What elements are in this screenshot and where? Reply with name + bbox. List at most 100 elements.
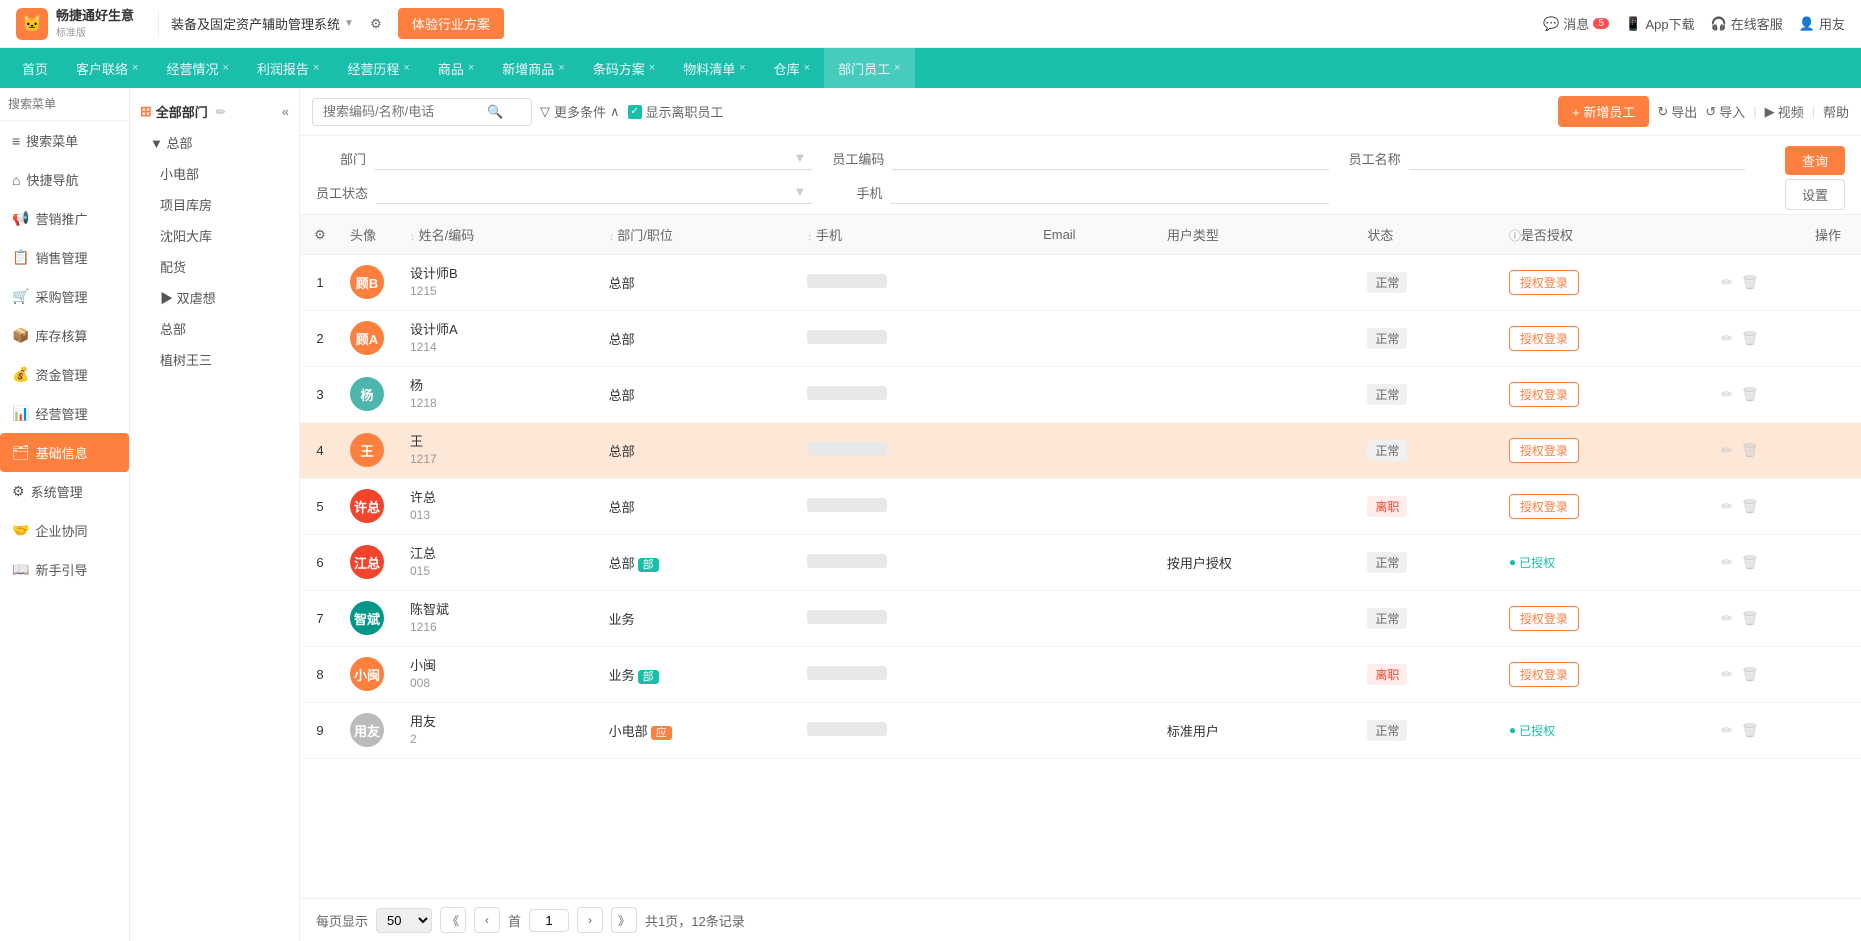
more-filter-btn[interactable]: ▽ 更多条件 ∧ <box>540 102 620 121</box>
close-tab-icon[interactable]: × <box>132 62 138 74</box>
sidebar-item-新手引导[interactable]: 📖新手引导 <box>0 550 129 589</box>
close-tab-icon[interactable]: × <box>313 62 319 74</box>
close-tab-icon[interactable]: × <box>403 62 409 74</box>
edit-icon[interactable]: ✏ <box>1721 722 1733 739</box>
nav-tab[interactable]: 仓库 × <box>760 48 824 88</box>
edit-icon[interactable]: ✏ <box>1721 442 1733 459</box>
system-dropdown-arrow[interactable]: ▼ <box>344 18 354 29</box>
delete-icon[interactable]: 🗑 <box>1741 554 1759 571</box>
auth-login-btn[interactable]: 授权登录 <box>1509 438 1579 463</box>
next-page-btn[interactable]: › <box>577 907 603 933</box>
query-button[interactable]: 查询 <box>1785 146 1845 175</box>
delete-icon[interactable]: 🗑 <box>1741 330 1759 347</box>
auth-login-btn[interactable]: 授权登录 <box>1509 270 1579 295</box>
avatar: 顾B <box>350 265 384 299</box>
dept-tree-item[interactable]: 沈阳大库 <box>130 220 299 251</box>
auth-login-btn[interactable]: 授权登录 <box>1509 606 1579 631</box>
dept-tree-item[interactable]: 配货 <box>130 251 299 282</box>
prev-page-btn[interactable]: ‹ <box>474 907 500 933</box>
dept-tree-item[interactable]: 项目库房 <box>130 189 299 220</box>
edit-icon[interactable]: ✏ <box>1721 554 1733 571</box>
edit-icon[interactable]: ✏ <box>1721 498 1733 515</box>
auth-login-btn[interactable]: 授权登录 <box>1509 494 1579 519</box>
nav-tab[interactable]: 商品 × <box>424 48 488 88</box>
page-size-select[interactable]: 50 100 200 <box>376 908 432 933</box>
emp-code-input[interactable] <box>892 146 1328 170</box>
sidebar-item-系统管理[interactable]: ⚙系统管理 <box>0 472 129 511</box>
nav-tab[interactable]: 经营历程 × <box>333 48 423 88</box>
trial-button[interactable]: 体验行业方案 <box>398 8 504 39</box>
nav-tab[interactable]: 利润报告 × <box>243 48 333 88</box>
edit-icon[interactable]: ✏ <box>1721 330 1733 347</box>
page-input[interactable] <box>529 909 569 932</box>
help-btn[interactable]: 帮助 <box>1823 102 1849 121</box>
emp-status-input[interactable]: ▼ <box>376 180 812 204</box>
message-btn[interactable]: 💬 消息 5 <box>1543 14 1609 33</box>
view-btn[interactable]: ▶ 视频 <box>1765 102 1804 121</box>
delete-icon[interactable]: 🗑 <box>1741 498 1759 515</box>
nav-tab[interactable]: 客户联络 × <box>62 48 152 88</box>
auth-login-btn[interactable]: 授权登录 <box>1509 382 1579 407</box>
gear-button[interactable]: ⚙ <box>362 10 390 38</box>
dept-filter-input[interactable]: ▼ <box>374 146 812 170</box>
dept-edit-icon[interactable]: ✏ <box>216 105 226 119</box>
auth-login-btn[interactable]: 授权登录 <box>1509 662 1579 687</box>
close-tab-icon[interactable]: × <box>558 62 564 74</box>
phone-input[interactable] <box>890 180 1328 204</box>
delete-icon[interactable]: 🗑 <box>1741 274 1759 291</box>
close-tab-icon[interactable]: × <box>222 62 228 74</box>
close-tab-icon[interactable]: × <box>649 62 655 74</box>
nav-tab[interactable]: 经营情况 × <box>152 48 242 88</box>
dept-tree-item[interactable]: 总部 <box>130 313 299 344</box>
service-btn[interactable]: 🎧 在线客服 <box>1711 14 1783 33</box>
dept-collapse-icon[interactable]: « <box>282 104 289 119</box>
close-tab-icon[interactable]: × <box>804 62 810 74</box>
delete-icon[interactable]: 🗑 <box>1741 722 1759 739</box>
sidebar-item-营销推广[interactable]: 📢营销推广 <box>0 199 129 238</box>
nav-tab[interactable]: 首页 <box>8 48 62 88</box>
edit-icon[interactable]: ✏ <box>1721 666 1733 683</box>
nav-tab[interactable]: 物料清单 × <box>669 48 759 88</box>
edit-icon[interactable]: ✏ <box>1721 274 1733 291</box>
sidebar-item-采购管理[interactable]: 🛒采购管理 <box>0 277 129 316</box>
auth-login-btn[interactable]: 授权登录 <box>1509 326 1579 351</box>
reset-button[interactable]: 设置 <box>1785 179 1845 210</box>
close-tab-icon[interactable]: × <box>739 62 745 74</box>
emp-name-input[interactable] <box>1409 146 1745 170</box>
user-btn[interactable]: 👤 用友 <box>1799 14 1845 33</box>
dept-tree-item[interactable]: 植树王三 <box>130 344 299 375</box>
dept-tree-item[interactable]: ▼ 总部 <box>130 127 299 158</box>
dept-tree-item[interactable]: 小电部 <box>130 158 299 189</box>
app-download-btn[interactable]: 📱 App下载 <box>1625 14 1694 33</box>
sidebar-item-企业协同[interactable]: 🤝企业协同 <box>0 511 129 550</box>
sidebar-item-基础信息[interactable]: 🗂基础信息 <box>0 433 129 472</box>
sidebar-search-input[interactable] <box>8 97 130 111</box>
sidebar-item-搜索菜单[interactable]: ≡搜索菜单 <box>0 121 129 160</box>
dept-tree-item[interactable]: ▶ 双虐想 <box>130 282 299 313</box>
close-tab-icon[interactable]: × <box>894 62 900 74</box>
last-page-btn[interactable]: 》 <box>611 907 637 933</box>
delete-icon[interactable]: 🗑 <box>1741 610 1759 627</box>
add-employee-button[interactable]: + 新增员工 <box>1558 96 1649 127</box>
sidebar-item-库存核算[interactable]: 📦库存核算 <box>0 316 129 355</box>
delete-icon[interactable]: 🗑 <box>1741 666 1759 683</box>
search-input[interactable] <box>323 104 483 119</box>
import-btn[interactable]: ↺ 导入 <box>1705 102 1745 121</box>
resign-checkbox[interactable]: ✓ <box>628 105 642 119</box>
first-page-btn[interactable]: 《 <box>440 907 466 933</box>
delete-icon[interactable]: 🗑 <box>1741 386 1759 403</box>
close-tab-icon[interactable]: × <box>468 62 474 74</box>
export-btn[interactable]: ↻ 导出 <box>1657 102 1697 121</box>
show-resign-toggle[interactable]: ✓ 显示离职员工 <box>628 102 724 121</box>
sidebar-item-快捷导航[interactable]: ⌂快捷导航 <box>0 160 129 199</box>
nav-tab[interactable]: 条码方案 × <box>579 48 669 88</box>
edit-icon[interactable]: ✏ <box>1721 386 1733 403</box>
edit-icon[interactable]: ✏ <box>1721 610 1733 627</box>
nav-tab[interactable]: 新增商品 × <box>488 48 578 88</box>
nav-tab[interactable]: 部门员工 × <box>824 48 914 88</box>
delete-icon[interactable]: 🗑 <box>1741 442 1759 459</box>
sidebar-item-资金管理[interactable]: 💰资金管理 <box>0 355 129 394</box>
col-settings[interactable]: ⚙ <box>300 215 340 255</box>
sidebar-item-经营管理[interactable]: 📊经营管理 <box>0 394 129 433</box>
sidebar-item-销售管理[interactable]: 📋销售管理 <box>0 238 129 277</box>
